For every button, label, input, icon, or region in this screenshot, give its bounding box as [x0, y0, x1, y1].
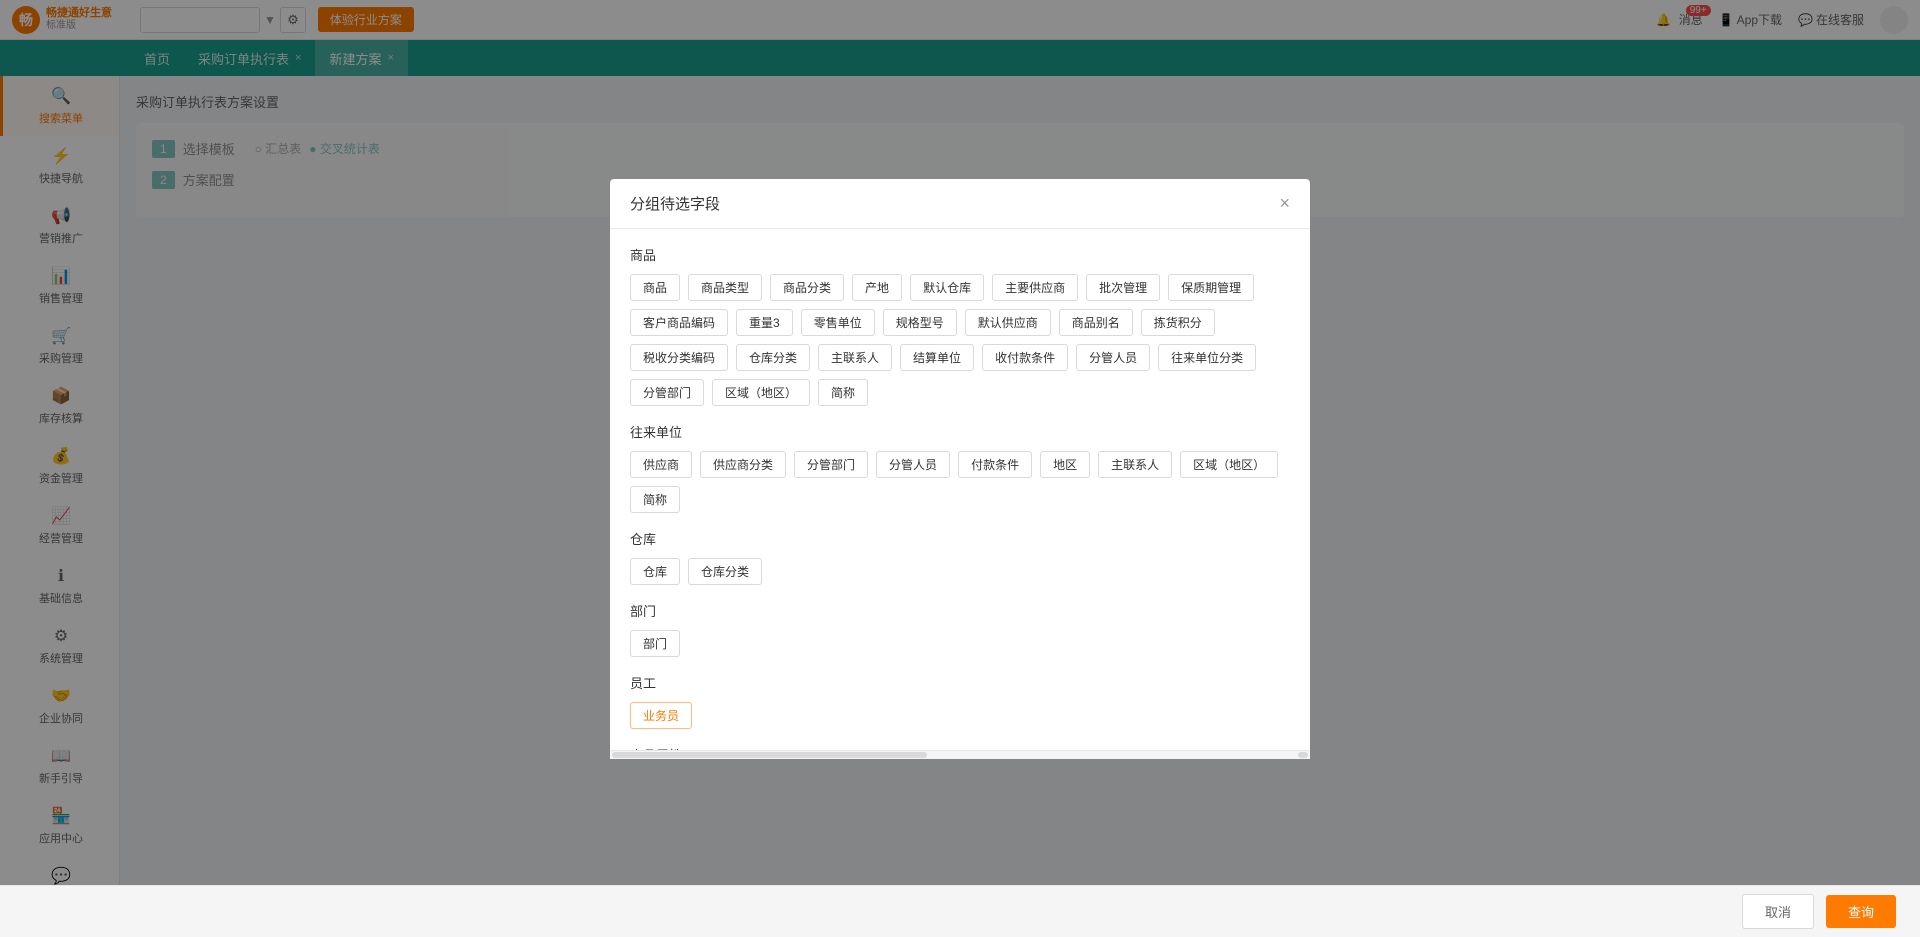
section-product-title: 商品 [630, 245, 1290, 264]
field-tag[interactable]: 分管人员 [1076, 344, 1150, 371]
field-tag[interactable]: 默认仓库 [910, 274, 984, 301]
field-tag[interactable]: 主联系人 [818, 344, 892, 371]
field-tag[interactable]: 商品 [630, 274, 680, 301]
field-tag[interactable]: 往来单位分类 [1158, 344, 1256, 371]
employee-fields: 业务员 [630, 702, 1290, 729]
section-product: 商品 商品 商品类型 商品分类 产地 默认仓库 主要供应商 批次管理 保质期管理… [630, 245, 1290, 406]
warehouse-fields: 仓库 仓库分类 [630, 558, 1290, 585]
field-tag[interactable]: 仓库分类 [736, 344, 810, 371]
section-employee: 员工 业务员 [630, 673, 1290, 729]
section-counterpart: 往来单位 供应商 供应商分类 分管部门 分管人员 付款条件 地区 主联系人 区域… [630, 422, 1290, 513]
field-tag[interactable]: 仓库 [630, 558, 680, 585]
field-tag[interactable]: 供应商 [630, 451, 692, 478]
field-tag[interactable]: 分管部门 [794, 451, 868, 478]
field-tag[interactable]: 部门 [630, 630, 680, 657]
field-tag[interactable]: 分管人员 [876, 451, 950, 478]
field-tag[interactable]: 简称 [818, 379, 868, 406]
field-tag[interactable]: 结算单位 [900, 344, 974, 371]
field-tag[interactable]: 批次管理 [1086, 274, 1160, 301]
modal-overlay: 分组待选字段 × 商品 商品 商品类型 商品分类 产地 默认仓库 主要供应商 批… [0, 0, 1920, 937]
field-tag[interactable]: 地区 [1040, 451, 1090, 478]
bottom-action-bar: 取消 查询 [0, 885, 1920, 937]
modal-dialog: 分组待选字段 × 商品 商品 商品类型 商品分类 产地 默认仓库 主要供应商 批… [610, 179, 1310, 759]
field-tag[interactable]: 主要供应商 [992, 274, 1078, 301]
field-tag[interactable]: 商品类型 [688, 274, 762, 301]
modal-hscroll-thumb[interactable] [612, 752, 927, 758]
section-department-title: 部门 [630, 601, 1290, 620]
field-tag[interactable]: 商品分类 [770, 274, 844, 301]
modal-close-button[interactable]: × [1279, 193, 1290, 214]
field-tag[interactable]: 保质期管理 [1168, 274, 1254, 301]
field-tag[interactable]: 拣货积分 [1141, 309, 1215, 336]
section-counterpart-title: 往来单位 [630, 422, 1290, 441]
field-tag[interactable]: 客户商品编码 [630, 309, 728, 336]
modal-hscroll-right [1298, 752, 1308, 758]
section-department: 部门 部门 [630, 601, 1290, 657]
field-tag[interactable]: 仓库分类 [688, 558, 762, 585]
modal-body: 商品 商品 商品类型 商品分类 产地 默认仓库 主要供应商 批次管理 保质期管理… [610, 229, 1310, 751]
section-warehouse-title: 仓库 [630, 529, 1290, 548]
field-tag[interactable]: 默认供应商 [965, 309, 1051, 336]
field-tag[interactable]: 区域（地区） [712, 379, 810, 406]
field-tag[interactable]: 规格型号 [883, 309, 957, 336]
field-tag[interactable]: 简称 [630, 486, 680, 513]
modal-hscroll[interactable] [610, 750, 1310, 758]
field-tag[interactable]: 主联系人 [1098, 451, 1172, 478]
section-warehouse: 仓库 仓库 仓库分类 [630, 529, 1290, 585]
modal-header: 分组待选字段 × [610, 179, 1310, 229]
modal-title: 分组待选字段 [630, 193, 720, 214]
field-tag[interactable]: 区域（地区） [1180, 451, 1278, 478]
section-employee-title: 员工 [630, 673, 1290, 692]
field-tag[interactable]: 产地 [852, 274, 902, 301]
product-fields: 商品 商品类型 商品分类 产地 默认仓库 主要供应商 批次管理 保质期管理 客户… [630, 274, 1290, 406]
cancel-button[interactable]: 取消 [1742, 894, 1814, 929]
field-tag[interactable]: 零售单位 [801, 309, 875, 336]
field-tag[interactable]: 供应商分类 [700, 451, 786, 478]
field-tag[interactable]: 分管部门 [630, 379, 704, 406]
field-tag[interactable]: 业务员 [630, 702, 692, 729]
department-fields: 部门 [630, 630, 1290, 657]
field-tag[interactable]: 收付款条件 [982, 344, 1068, 371]
field-tag[interactable]: 税收分类编码 [630, 344, 728, 371]
field-tag[interactable]: 重量3 [736, 309, 793, 336]
field-tag[interactable]: 付款条件 [958, 451, 1032, 478]
field-tag[interactable]: 商品别名 [1059, 309, 1133, 336]
confirm-button[interactable]: 查询 [1826, 895, 1896, 928]
counterpart-fields: 供应商 供应商分类 分管部门 分管人员 付款条件 地区 主联系人 区域（地区） … [630, 451, 1290, 513]
